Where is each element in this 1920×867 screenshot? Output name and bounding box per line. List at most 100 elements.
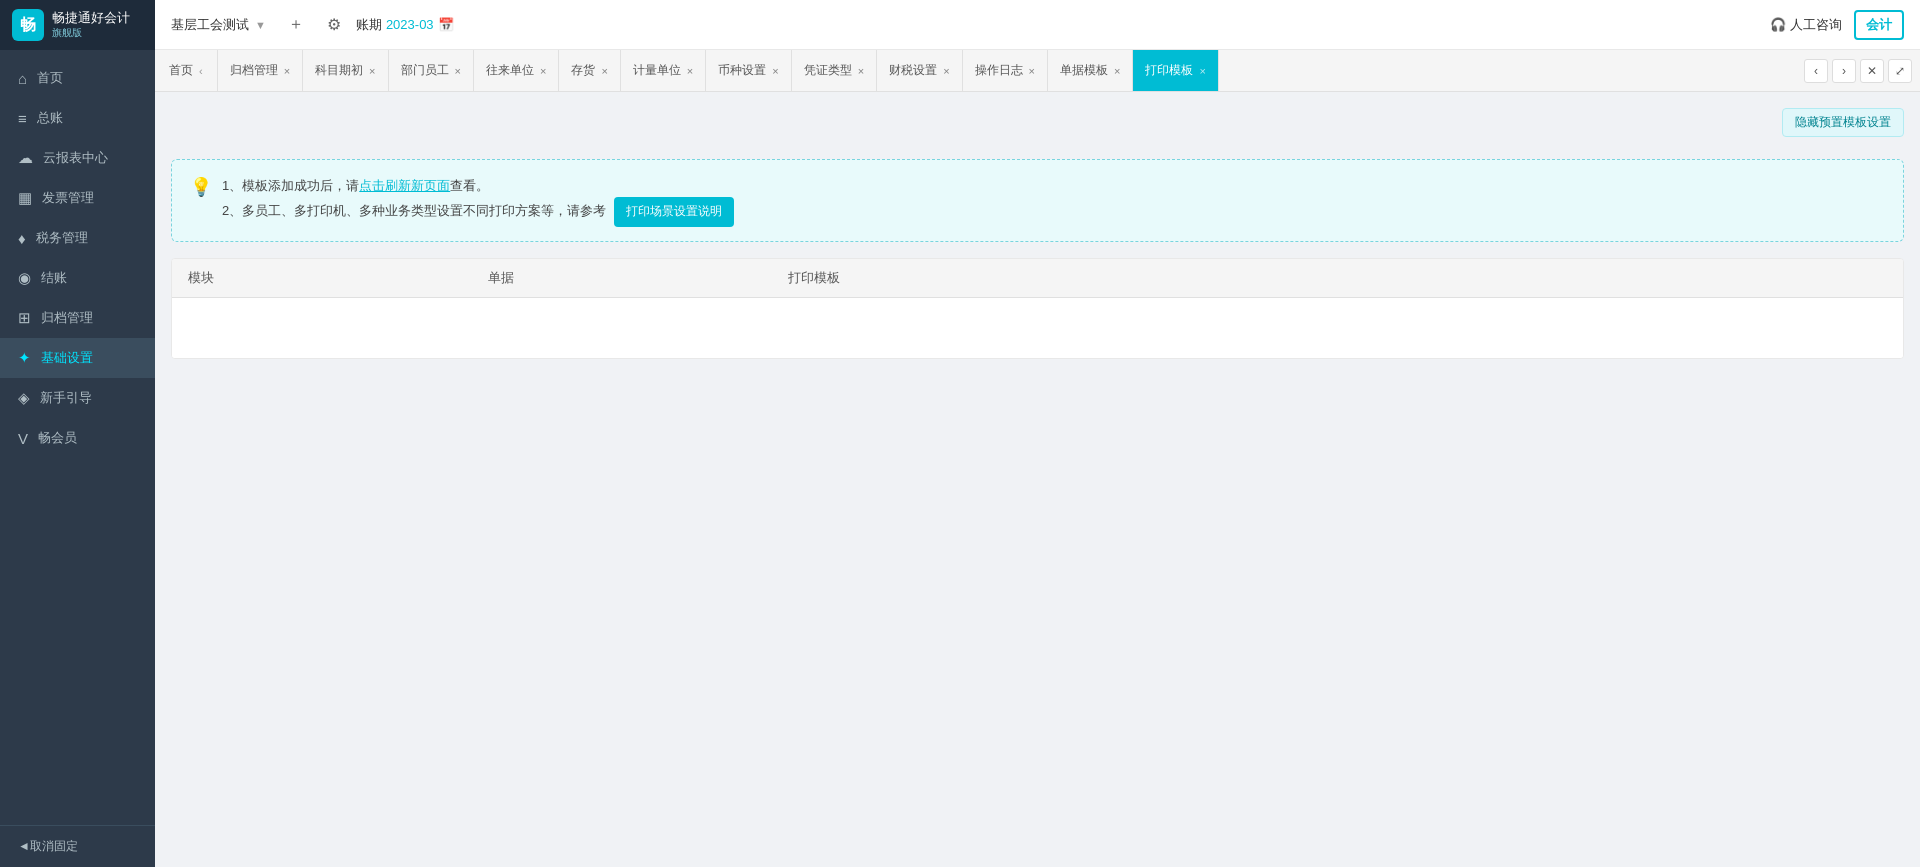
col-document: 单据 xyxy=(472,269,772,287)
tab-archive-mgmt[interactable]: 归档管理 × xyxy=(218,50,303,91)
refresh-link[interactable]: 点击刷新新页面 xyxy=(359,178,450,193)
tab-close-archive-mgmt[interactable]: × xyxy=(284,65,290,77)
nav-icon-close: ◉ xyxy=(18,269,31,287)
bulb-icon: 💡 xyxy=(190,176,212,198)
sidebar-item-close[interactable]: ◉ 结账 xyxy=(0,258,155,298)
info-box: 💡 1、模板添加成功后，请点击刷新新页面查看。 2、多员工、多打印机、多种业务类… xyxy=(171,159,1904,242)
tab-unit[interactable]: 计量单位 × xyxy=(621,50,706,91)
tab-label-partner: 往来单位 xyxy=(486,62,534,79)
tab-voucher-type[interactable]: 凭证类型 × xyxy=(792,50,877,91)
tab-close-partner[interactable]: × xyxy=(540,65,546,77)
tab-home[interactable]: 首页 ‹ xyxy=(155,50,218,91)
service-button[interactable]: 🎧 人工咨询 xyxy=(1770,16,1842,34)
tab-close-voucher-type[interactable]: × xyxy=(858,65,864,77)
print-explain-button[interactable]: 打印场景设置说明 xyxy=(614,197,734,227)
sidebar-item-settings[interactable]: ✦基础设置 xyxy=(0,338,155,378)
info-line1-suffix: 查看。 xyxy=(450,178,489,193)
tab-label-operation-log: 操作日志 xyxy=(975,62,1023,79)
headphone-icon: 🎧 xyxy=(1770,17,1786,32)
settings-icon[interactable]: ⚙ xyxy=(320,11,348,39)
nav-icon-home: ⌂ xyxy=(18,70,27,87)
tab-label-tax-setting: 财税设置 xyxy=(889,62,937,79)
print-template-table: 模块 单据 打印模板 xyxy=(171,258,1904,359)
service-label: 人工咨询 xyxy=(1790,16,1842,34)
tab-label-print-template: 打印模板 xyxy=(1145,62,1193,79)
info-line2: 2、多员工、多打印机、多种业务类型设置不同打印方案等，请参考 xyxy=(222,203,606,218)
tab-label-home: 首页 xyxy=(169,62,193,79)
nav-label-reports: 云报表中心 xyxy=(43,149,108,167)
period-label: 账期 xyxy=(356,16,382,34)
sidebar-item-reports[interactable]: ☁ 云报表中心 xyxy=(0,138,155,178)
tab-label-subject-init: 科目期初 xyxy=(315,62,363,79)
nav-label-ledger: 总账 xyxy=(37,109,63,127)
period-value[interactable]: 2023-03 xyxy=(386,17,434,32)
tab-inventory[interactable]: 存货 × xyxy=(559,50,620,91)
sidebar-item-home[interactable]: ⌂ 首页 xyxy=(0,58,155,98)
tab-scroll-right[interactable]: › xyxy=(1832,59,1856,83)
nav-label-settings: 基础设置 xyxy=(41,349,93,367)
tab-label-single-voucher: 单据模板 xyxy=(1060,62,1108,79)
col-print-template: 打印模板 xyxy=(772,269,1903,287)
sidebar-item-guide[interactable]: ◈ 新手引导 xyxy=(0,378,155,418)
tab-print-template[interactable]: 打印模板 × xyxy=(1133,50,1218,91)
tab-label-inventory: 存货 xyxy=(571,62,595,79)
nav-icon-guide: ◈ xyxy=(18,389,30,407)
tab-operation-log[interactable]: 操作日志 × xyxy=(963,50,1048,91)
nav-icon-invoice: ▦ xyxy=(18,189,32,207)
tabbar-controls: ‹ › ✕ ⤢ xyxy=(1796,50,1920,91)
sidebar-item-ledger[interactable]: ≡总账 xyxy=(0,98,155,138)
nav-icon-reports: ☁ xyxy=(18,149,33,167)
sidebar: 畅 畅捷通好会计 旗舰版 ⌂ 首页 ≡总账 ☁ 云报表中心 ▦发票管理♦税务管理 ◉ 结账 ⊞归… xyxy=(0,0,155,867)
nav-icon-member: V xyxy=(18,430,28,447)
nav-label-guide: 新手引导 xyxy=(40,389,92,407)
tab-close-inventory[interactable]: × xyxy=(601,65,607,77)
sidebar-item-member[interactable]: V 畅会员 xyxy=(0,418,155,458)
tab-close-unit[interactable]: × xyxy=(687,65,693,77)
tab-label-department: 部门员工 xyxy=(401,62,449,79)
logo-icon: 畅 xyxy=(12,9,44,41)
tab-partner[interactable]: 往来单位 × xyxy=(474,50,559,91)
nav-label-member: 畅会员 xyxy=(38,429,77,447)
tab-currency[interactable]: 币种设置× xyxy=(706,50,791,91)
company-selector[interactable]: 基层工会测试 ▼ xyxy=(171,16,266,34)
main-area: 基层工会测试 ▼ ＋ ⚙ 账期 2023-03 📅 🎧 人工咨询 会计 首页 ‹ 归… xyxy=(155,0,1920,867)
tab-tax-setting[interactable]: 财税设置 × xyxy=(877,50,962,91)
topbar: 基层工会测试 ▼ ＋ ⚙ 账期 2023-03 📅 🎧 人工咨询 会计 xyxy=(155,0,1920,50)
sidebar-logo: 畅 畅捷通好会计 旗舰版 xyxy=(0,0,155,50)
tab-nav-left-arrow: ‹ xyxy=(199,65,203,77)
tab-scroll-left[interactable]: ‹ xyxy=(1804,59,1828,83)
tab-label-unit: 计量单位 xyxy=(633,62,681,79)
nav-label-close: 结账 xyxy=(41,269,67,287)
info-line1-prefix: 1、模板添加成功后，请 xyxy=(222,178,359,193)
topbar-actions: ＋ ⚙ xyxy=(282,11,348,39)
tab-close-current[interactable]: ✕ xyxy=(1860,59,1884,83)
hide-template-button[interactable]: 隐藏预置模板设置 xyxy=(1782,108,1904,137)
col-module: 模块 xyxy=(172,269,472,287)
info-text: 1、模板添加成功后，请点击刷新新页面查看。 2、多员工、多打印机、多种业务类型设… xyxy=(222,174,734,227)
nav-label-home: 首页 xyxy=(37,69,63,87)
kuaiji-button[interactable]: 会计 xyxy=(1854,10,1904,40)
sidebar-item-invoice[interactable]: ▦发票管理 xyxy=(0,178,155,218)
tab-label-archive-mgmt: 归档管理 xyxy=(230,62,278,79)
tab-single-voucher[interactable]: 单据模板 × xyxy=(1048,50,1133,91)
tab-close-currency[interactable]: × xyxy=(772,65,778,77)
tab-department[interactable]: 部门员工 × xyxy=(389,50,474,91)
nav-icon-tax: ♦ xyxy=(18,230,26,247)
tab-label-voucher-type: 凭证类型 xyxy=(804,62,852,79)
tab-subject-init[interactable]: 科目期初 × xyxy=(303,50,388,91)
topbar-left: 基层工会测试 ▼ ＋ ⚙ 账期 2023-03 📅 xyxy=(171,11,1770,39)
tab-close-tax-setting[interactable]: × xyxy=(943,65,949,77)
calendar-icon[interactable]: 📅 xyxy=(438,17,454,32)
tab-expand[interactable]: ⤢ xyxy=(1888,59,1912,83)
add-tab-button[interactable]: ＋ xyxy=(282,11,310,39)
tab-close-single-voucher[interactable]: × xyxy=(1114,65,1120,77)
tabbar: 首页‹归档管理×科目期初×部门员工×往来单位×存货×计量单位×币种设置×凭证类型… xyxy=(155,50,1920,92)
sidebar-item-archive[interactable]: ⊞归档管理 xyxy=(0,298,155,338)
tab-close-subject-init[interactable]: × xyxy=(369,65,375,77)
sidebar-item-tax[interactable]: ♦税务管理 xyxy=(0,218,155,258)
tab-close-department[interactable]: × xyxy=(455,65,461,77)
tab-close-operation-log[interactable]: × xyxy=(1029,65,1035,77)
cancel-pin-button[interactable]: ◄取消固定 xyxy=(0,825,155,867)
table-header: 模块 单据 打印模板 xyxy=(172,259,1903,298)
tab-close-print-template[interactable]: × xyxy=(1199,65,1205,77)
